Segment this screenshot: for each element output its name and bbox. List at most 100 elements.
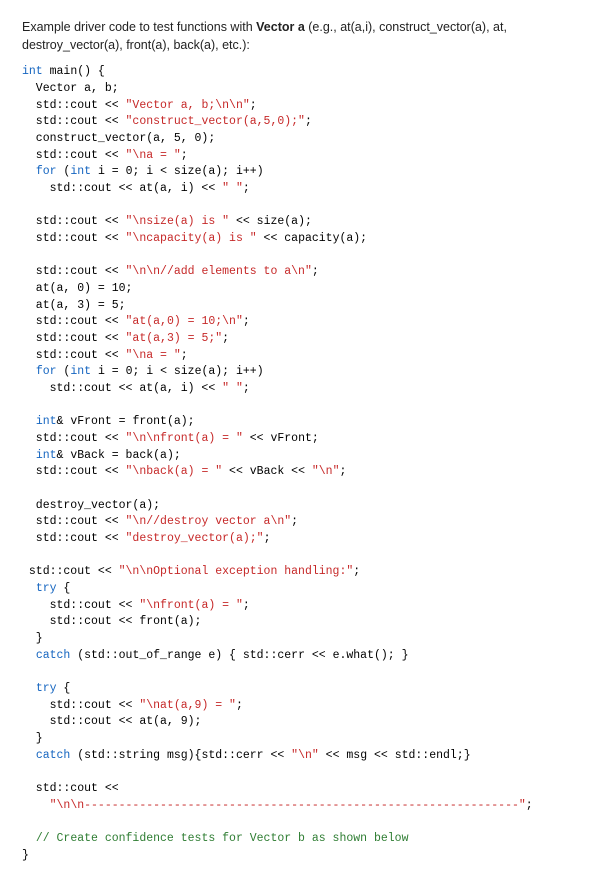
code-text: } [22,632,43,645]
string-literal: "construct_vector(a,5,0);" [126,115,305,128]
code-text: ; [339,465,346,478]
kw-int: int [70,365,91,378]
comment: // Create confidence tests for Vector b … [36,832,409,845]
code-text: ; [526,799,533,812]
code-text: at(a, 3) = 5; [22,299,126,312]
string-literal: "destroy_vector(a);" [126,532,264,545]
code-text [22,449,36,462]
code-text: main() { [43,65,105,78]
string-literal: "\na = " [126,349,181,362]
code-text: & vBack = back(a); [57,449,181,462]
code-text: ( [57,165,71,178]
string-literal: "\nat(a,9) = " [139,699,236,712]
code-text: i = 0; i < size(a); i++) [91,365,264,378]
code-text [22,415,36,428]
code-text: std::cout << [22,149,126,162]
code-text: { [57,582,71,595]
code-text: Vector a, b; [22,82,119,95]
code-text: & vFront = front(a); [57,415,195,428]
code-text: ; [312,265,319,278]
code-text: (std::string msg){std::cerr << [70,749,291,762]
code-text: std::cout << [22,232,126,245]
code-text: std::cout << [22,349,126,362]
code-text: ; [236,699,243,712]
code-text [22,799,50,812]
code-text: { [57,682,71,695]
code-text [22,165,36,178]
code-text: std::cout << [22,332,126,345]
string-literal: "at(a,3) = 5;" [126,332,223,345]
code-text: ; [181,349,188,362]
code-text: } [22,732,43,745]
string-literal: "\na = " [126,149,181,162]
code-text [22,682,36,695]
code-text: std::cout << [22,599,139,612]
code-text: i = 0; i < size(a); i++) [91,165,264,178]
string-literal: "\n\n//add elements to a\n" [126,265,312,278]
code-text [22,832,36,845]
kw-int: int [36,449,57,462]
code-text: std::cout << [22,532,126,545]
kw-catch: catch [36,649,71,662]
intro-paragraph: Example driver code to test functions wi… [22,18,579,54]
code-text: std::cout << [22,699,139,712]
code-text: << msg << std::endl;} [319,749,471,762]
code-text: std::cout << front(a); [22,615,201,628]
string-literal: " " [222,382,243,395]
code-text: std::cout << at(a, i) << [22,382,222,395]
code-text: << capacity(a); [257,232,367,245]
code-text: } [22,849,29,862]
intro-prefix: Example driver code to test functions wi… [22,20,256,34]
code-text: ; [243,315,250,328]
code-text: ; [243,599,250,612]
document-page: Example driver code to test functions wi… [0,0,601,889]
string-literal: "\nback(a) = " [126,465,223,478]
code-text: ; [222,332,229,345]
code-text: ; [305,115,312,128]
code-text: std::cout << [22,782,119,795]
code-text: << vFront; [243,432,319,445]
code-text: std::cout << at(a, 9); [22,715,201,728]
string-literal: "\n\nOptional exception handling:" [119,565,354,578]
string-literal: "\nfront(a) = " [139,599,243,612]
kw-try: try [36,582,57,595]
kw-int: int [22,65,43,78]
string-literal: " " [222,182,243,195]
string-literal: "\n//destroy vector a\n" [126,515,292,528]
code-text: ; [353,565,360,578]
code-text: std::cout << [22,115,126,128]
code-text: ; [291,515,298,528]
code-text: std::cout << [22,215,126,228]
code-text [22,749,36,762]
code-text: std::cout << [22,315,126,328]
code-text: << size(a); [229,215,312,228]
string-literal: "\n\n-----------------------------------… [50,799,526,812]
code-text: destroy_vector(a); [22,499,160,512]
code-text: std::cout << [22,565,119,578]
code-text: std::cout << [22,99,126,112]
kw-try: try [36,682,57,695]
code-text: at(a, 0) = 10; [22,282,132,295]
code-text: (std::out_of_range e) { std::cerr << e.w… [70,649,408,662]
string-literal: "\n" [291,749,319,762]
string-literal: "at(a,0) = 10;\n" [126,315,243,328]
code-text: << vBack << [222,465,312,478]
code-text: ( [57,365,71,378]
code-text: construct_vector(a, 5, 0); [22,132,215,145]
code-text [22,582,36,595]
code-text: ; [181,149,188,162]
code-text: std::cout << [22,515,126,528]
code-text [22,649,36,662]
intro-bold: Vector a [256,20,305,34]
kw-int: int [70,165,91,178]
string-literal: "Vector a, b;\n\n" [126,99,250,112]
code-text: ; [243,382,250,395]
code-text: ; [243,182,250,195]
code-text: std::cout << [22,465,126,478]
code-text: std::cout << [22,432,126,445]
kw-for: for [36,165,57,178]
kw-catch: catch [36,749,71,762]
kw-int: int [36,415,57,428]
string-literal: "\n\nfront(a) = " [126,432,243,445]
code-text [22,365,36,378]
